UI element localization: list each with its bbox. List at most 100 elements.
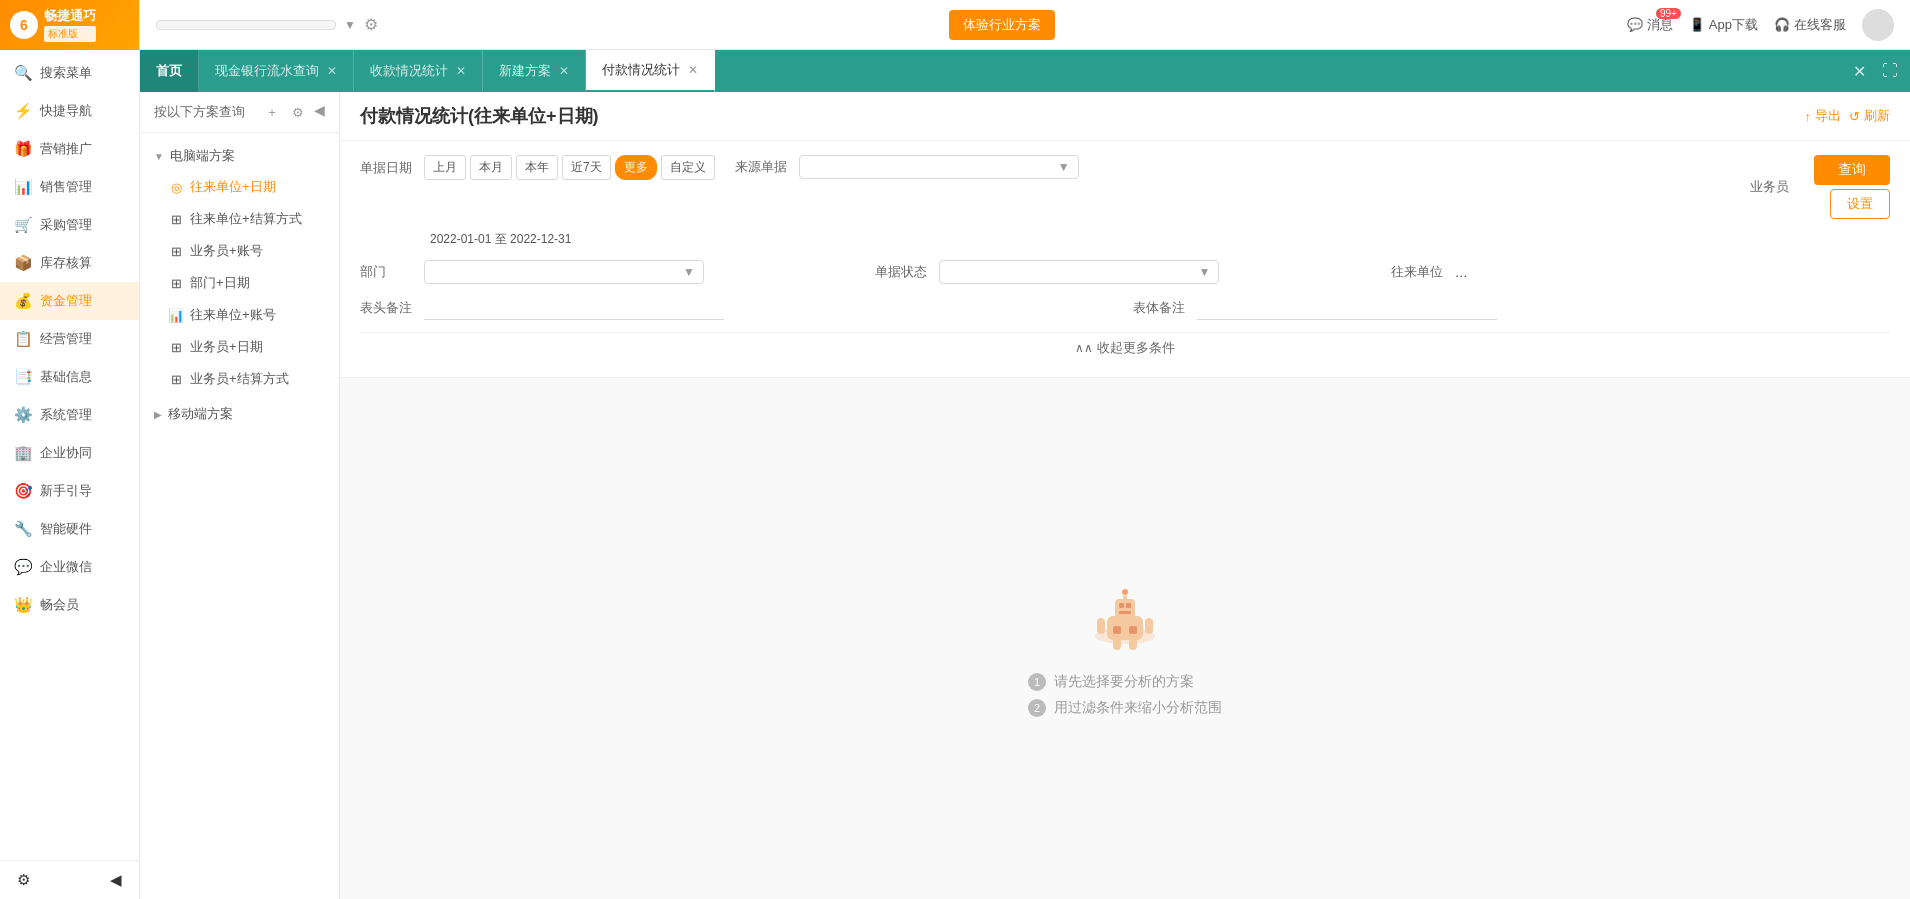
this-year-btn[interactable]: 本年 (516, 155, 558, 180)
sidebar-item-company[interactable]: 🏢 企业协同 (0, 434, 139, 472)
sidebar-item-quicknav[interactable]: ⚡ 快捷导航 (0, 92, 139, 130)
desktop-group-arrow: ▼ (154, 151, 164, 162)
scheme-icon-partner-date: ◎ (168, 179, 184, 195)
address-bar[interactable] (156, 20, 336, 30)
close-tab-icon[interactable]: ✕ (1849, 58, 1870, 85)
sidebar-item-guide[interactable]: 🎯 新手引导 (0, 472, 139, 510)
doc-status-label: 单据状态 (875, 263, 931, 281)
sidebar-label-guide: 新手引导 (40, 482, 92, 500)
sidebar-label-finance: 资金管理 (40, 292, 92, 310)
logo-version: 标准版 (44, 26, 96, 42)
tab-bank[interactable]: 现金银行流水查询✕ (199, 50, 354, 92)
sidebar-label-operations: 经营管理 (40, 330, 92, 348)
sidebar-item-sales[interactable]: 📊 销售管理 (0, 168, 139, 206)
settings-button[interactable]: 设置 (1830, 189, 1890, 219)
collapse-panel-icon[interactable]: ◀ (314, 102, 325, 122)
phone-icon: 📱 (1689, 17, 1705, 32)
sidebar-item-hardware[interactable]: 🔧 智能硬件 (0, 510, 139, 548)
more-dates-btn[interactable]: 更多 (615, 155, 657, 180)
sidebar-label-hardware: 智能硬件 (40, 520, 92, 538)
filter-row-2: 部门 ▼ 单据状态 ▼ (360, 260, 1890, 284)
scheme-item-partner-settle[interactable]: ⊞ 往来单位+结算方式 (140, 203, 339, 235)
settings-icon[interactable]: ⚙ (14, 871, 32, 889)
topbar-right: 💬 消息 99+ 📱 App下载 🎧 在线客服 (1627, 9, 1894, 41)
app-download-button[interactable]: 📱 App下载 (1689, 16, 1758, 34)
scheme-item-dept-date[interactable]: ⊞ 部门+日期 (140, 267, 339, 299)
svg-point-9 (1122, 589, 1128, 595)
tab-home[interactable]: 首页 (140, 50, 199, 92)
header-note-input[interactable] (424, 296, 724, 320)
dept-label: 部门 (360, 263, 416, 281)
collapse-sidebar-icon[interactable]: ◀ (107, 871, 125, 889)
sidebar-item-marketing[interactable]: 🎁 营销推广 (0, 130, 139, 168)
sidebar-item-inventory[interactable]: 📦 库存核算 (0, 244, 139, 282)
address-chevron-icon: ▼ (344, 18, 356, 32)
body-note-input[interactable] (1197, 296, 1497, 320)
messages-button[interactable]: 💬 消息 99+ (1627, 16, 1673, 34)
sidebar-icon-search: 🔍 (14, 64, 32, 82)
last-month-btn[interactable]: 上月 (424, 155, 466, 180)
date-filter-label: 单据日期 (360, 159, 416, 177)
sidebar-item-wecom[interactable]: 💬 企业微信 (0, 548, 139, 586)
scheme-panel-title: 按以下方案查询 (154, 103, 254, 121)
salesman-label: 业务员 (1750, 178, 1806, 196)
this-month-btn[interactable]: 本月 (470, 155, 512, 180)
scheme-label-salesman-settle: 业务员+结算方式 (190, 370, 289, 388)
scheme-icon-dept-date: ⊞ (168, 275, 184, 291)
scheme-settings-icon[interactable]: ⚙ (288, 102, 308, 122)
partner-more-icon[interactable]: … (1455, 265, 1468, 280)
sidebar-icon-finance: 💰 (14, 292, 32, 310)
scheme-icon-partner-account: 📊 (168, 307, 184, 323)
sidebar-icon-inventory: 📦 (14, 254, 32, 272)
tab-new-scheme[interactable]: 新建方案✕ (483, 50, 586, 92)
scheme-label-partner-settle: 往来单位+结算方式 (190, 210, 302, 228)
sidebar-item-basic[interactable]: 📑 基础信息 (0, 358, 139, 396)
step-2-text: 用过滤条件来缩小分析范围 (1054, 699, 1222, 717)
export-button[interactable]: ↑ 导出 (1805, 107, 1842, 125)
scheme-item-partner-account[interactable]: 📊 往来单位+账号 (140, 299, 339, 331)
sidebar-icon-company: 🏢 (14, 444, 32, 462)
tab-close-new-scheme[interactable]: ✕ (559, 64, 569, 78)
sidebar-nav: 🔍 搜索菜单 ⚡ 快捷导航 🎁 营销推广 📊 销售管理 🛒 采购管理 📦 库存核… (0, 50, 139, 860)
sidebar-item-purchase[interactable]: 🛒 采购管理 (0, 206, 139, 244)
scheme-item-salesman-date[interactable]: ⊞ 业务员+日期 (140, 331, 339, 363)
svg-rect-12 (1113, 638, 1121, 650)
dept-select[interactable]: ▼ (424, 260, 704, 284)
doc-status-select[interactable]: ▼ (939, 260, 1219, 284)
scheme-item-salesman-account[interactable]: ⊞ 业务员+账号 (140, 235, 339, 267)
last-7days-btn[interactable]: 近7天 (562, 155, 611, 180)
refresh-button[interactable]: ↺ 刷新 (1849, 107, 1890, 125)
tab-receipt-stats[interactable]: 收款情况统计✕ (354, 50, 483, 92)
tab-payment-stats[interactable]: 付款情况统计✕ (586, 50, 715, 92)
logo-icon: 6 (10, 11, 38, 39)
desktop-group-header[interactable]: ▼ 电脑端方案 (140, 141, 339, 171)
sidebar-item-member[interactable]: 👑 畅会员 (0, 586, 139, 624)
sidebar-item-operations[interactable]: 📋 经营管理 (0, 320, 139, 358)
add-scheme-icon[interactable]: + (262, 102, 282, 122)
sidebar-item-finance[interactable]: 💰 资金管理 (0, 282, 139, 320)
app-download-label: App下载 (1709, 16, 1758, 34)
mobile-group-header[interactable]: ▶ 移动端方案 (140, 399, 339, 429)
sidebar-item-search[interactable]: 🔍 搜索菜单 (0, 54, 139, 92)
maximize-icon[interactable]: ⛶ (1878, 58, 1902, 84)
source-doc-select[interactable]: ▼ (799, 155, 1079, 179)
svg-rect-4 (1115, 599, 1135, 619)
query-button[interactable]: 查询 (1814, 155, 1890, 185)
scheme-item-partner-date[interactable]: ◎ 往来单位+日期 (140, 171, 339, 203)
trial-button[interactable]: 体验行业方案 (949, 10, 1055, 40)
sidebar-item-system[interactable]: ⚙️ 系统管理 (0, 396, 139, 434)
online-service-button[interactable]: 🎧 在线客服 (1774, 16, 1846, 34)
scheme-item-salesman-settle[interactable]: ⊞ 业务员+结算方式 (140, 363, 339, 395)
tab-close-payment-stats[interactable]: ✕ (688, 63, 698, 77)
svg-rect-10 (1097, 618, 1105, 634)
user-avatar[interactable] (1862, 9, 1894, 41)
tab-close-bank[interactable]: ✕ (327, 64, 337, 78)
sidebar-icon-marketing: 🎁 (14, 140, 32, 158)
collapse-more-button[interactable]: ∧∧ 收起更多条件 (360, 332, 1890, 363)
content-header: 付款情况统计(往来单位+日期) ↑ 导出 ↺ 刷新 (340, 92, 1910, 141)
svg-rect-11 (1145, 618, 1153, 634)
topbar-gear-icon[interactable]: ⚙ (364, 15, 378, 34)
custom-date-btn[interactable]: 自定义 (661, 155, 715, 180)
online-service-label: 在线客服 (1794, 16, 1846, 34)
tab-close-receipt-stats[interactable]: ✕ (456, 64, 466, 78)
